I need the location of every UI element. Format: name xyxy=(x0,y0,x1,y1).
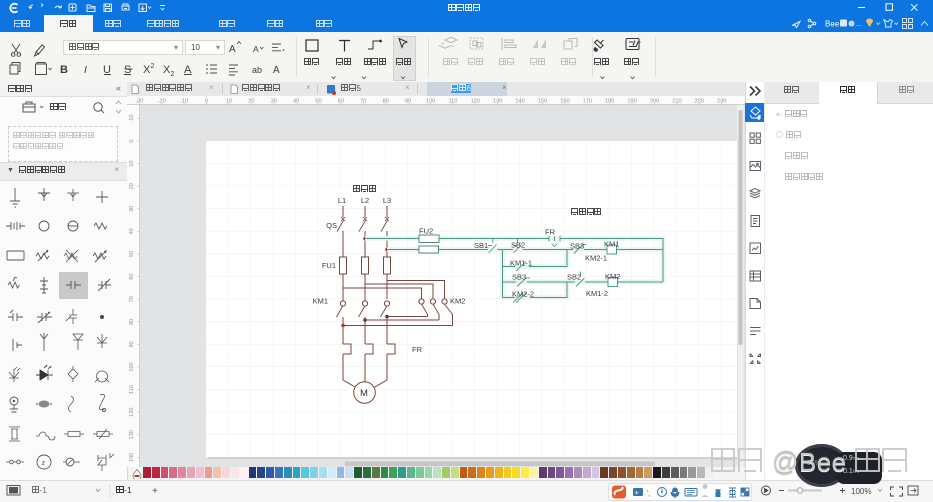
svg-text:...: ... xyxy=(856,21,862,28)
svg-text:0: 0 xyxy=(129,139,135,142)
svg-text:120: 120 xyxy=(129,408,135,417)
svg-text:SB3: SB3 xyxy=(570,242,584,251)
svg-text:70: 70 xyxy=(129,296,135,302)
svg-text:130: 130 xyxy=(129,430,135,439)
svg-text:SB2: SB2 xyxy=(567,273,581,282)
svg-text:KM1-1: KM1-1 xyxy=(510,259,532,268)
svg-text:',: ', xyxy=(647,489,651,498)
svg-text:-10: -10 xyxy=(129,114,135,122)
svg-text:20: 20 xyxy=(129,183,135,189)
svg-text:10: 10 xyxy=(129,160,135,166)
svg-text:L3: L3 xyxy=(383,196,391,205)
svg-text:2: 2 xyxy=(171,71,175,78)
svg-text:KM2-1: KM2-1 xyxy=(585,254,607,263)
svg-text:40: 40 xyxy=(129,228,135,234)
svg-text:KM1: KM1 xyxy=(313,297,328,306)
svg-text:+: + xyxy=(152,486,158,497)
svg-text:KM2: KM2 xyxy=(605,272,620,281)
svg-text:I: I xyxy=(84,64,87,76)
svg-text:SB3: SB3 xyxy=(512,273,526,282)
svg-text:A: A xyxy=(229,44,236,55)
svg-text:SB2: SB2 xyxy=(511,241,525,250)
svg-text:30: 30 xyxy=(129,206,135,212)
svg-text:+: + xyxy=(635,488,640,497)
svg-text:FR: FR xyxy=(545,228,556,237)
svg-text:FU2: FU2 xyxy=(419,227,433,236)
svg-text:KM2: KM2 xyxy=(450,297,465,306)
svg-text:ab: ab xyxy=(252,65,262,75)
svg-text:SB1: SB1 xyxy=(474,241,488,250)
svg-text:60: 60 xyxy=(129,273,135,279)
svg-text:50: 50 xyxy=(129,251,135,257)
svg-text:FU1: FU1 xyxy=(322,261,336,270)
svg-text:z: z xyxy=(42,460,46,467)
svg-text:B: B xyxy=(60,64,68,76)
svg-text:Bee: Bee xyxy=(825,20,840,29)
svg-text:KM1-2: KM1-2 xyxy=(586,289,608,298)
svg-text:L2: L2 xyxy=(361,196,369,205)
svg-text:KM1: KM1 xyxy=(604,240,619,249)
svg-text:QS: QS xyxy=(326,221,337,230)
svg-text:M: M xyxy=(360,388,368,399)
svg-text:110: 110 xyxy=(129,385,135,394)
svg-text:FR: FR xyxy=(412,345,423,354)
svg-text:90: 90 xyxy=(129,341,135,347)
svg-text:2: 2 xyxy=(151,63,155,70)
svg-text:140: 140 xyxy=(129,453,135,462)
svg-text:100%: 100% xyxy=(851,487,871,496)
svg-text:KM2-2: KM2-2 xyxy=(512,290,534,299)
svg-text:80: 80 xyxy=(129,319,135,325)
svg-text:L1: L1 xyxy=(338,196,346,205)
svg-text:A: A xyxy=(253,44,259,54)
svg-text:100: 100 xyxy=(129,362,135,371)
svg-text:A: A xyxy=(273,65,280,76)
